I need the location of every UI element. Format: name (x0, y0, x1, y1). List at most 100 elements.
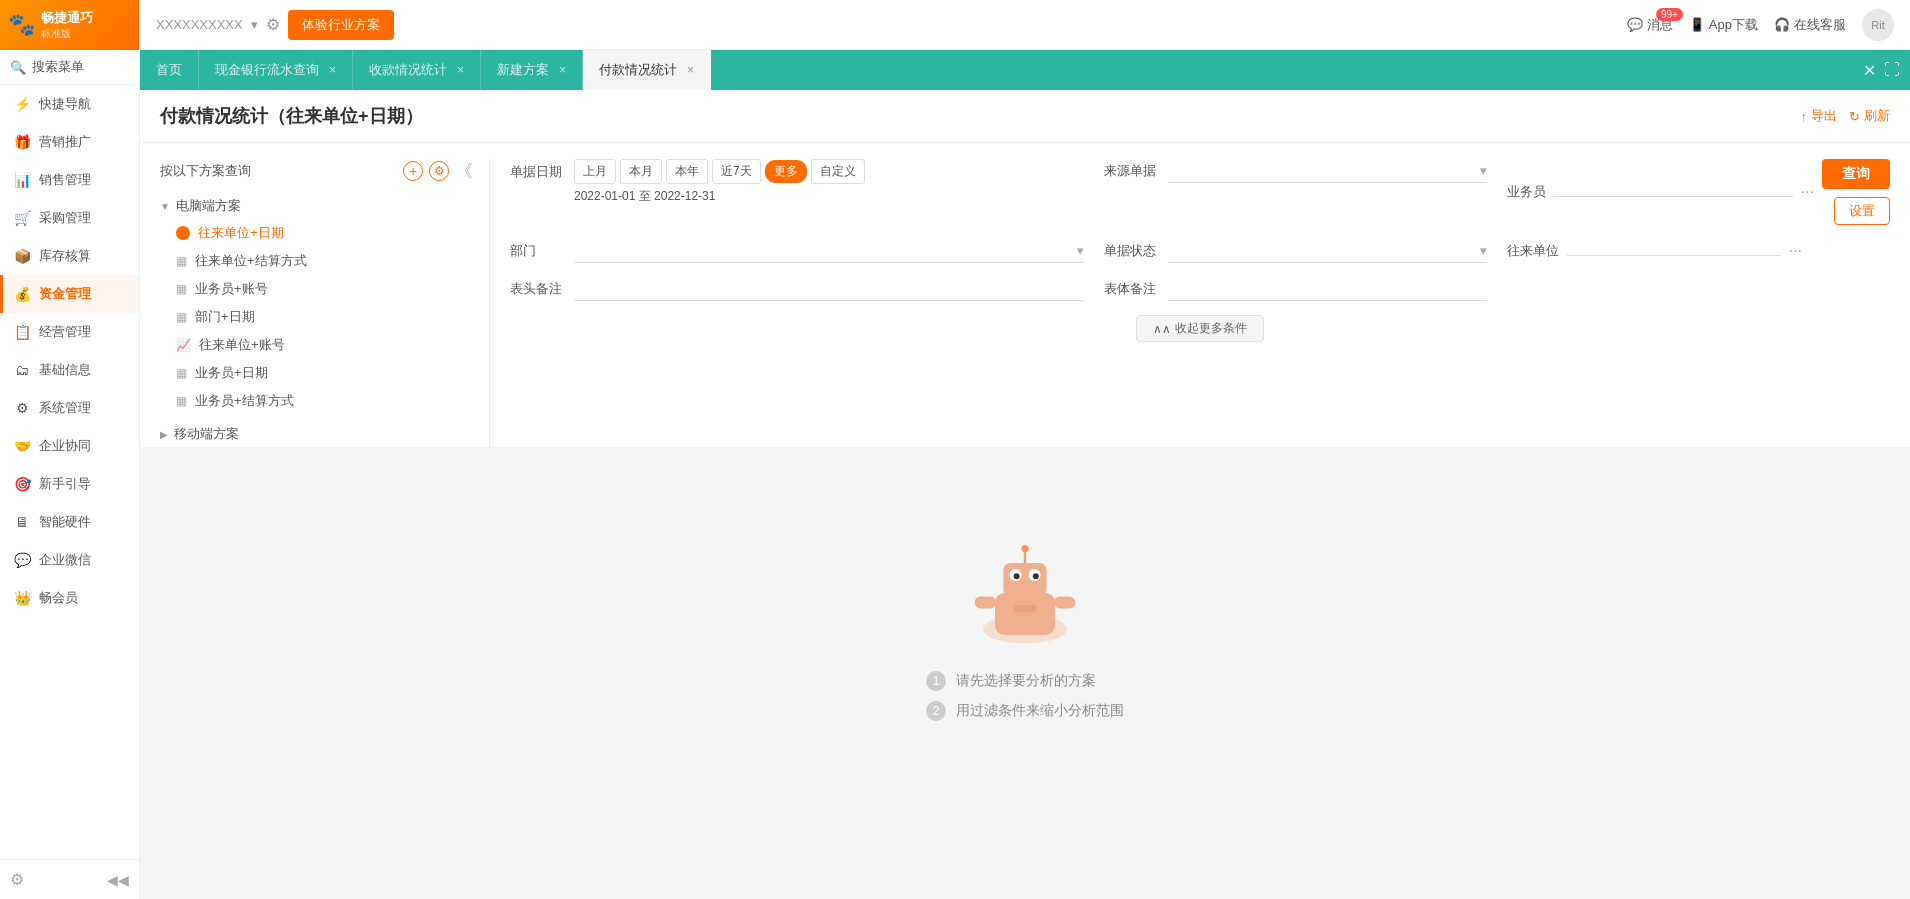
date-btn-7days[interactable]: 近7天 (712, 159, 761, 184)
refresh-btn[interactable]: ↻ 刷新 (1849, 107, 1890, 125)
date-btn-custom[interactable]: 自定义 (811, 159, 865, 184)
tab-receipt-stats[interactable]: 收款情况统计 × (353, 50, 481, 90)
svg-point-8 (1033, 573, 1039, 579)
enterprise-icon: 🤝 (13, 437, 31, 455)
tab-new-scheme-close[interactable]: × (559, 63, 566, 77)
scheme-add-icon[interactable]: + (403, 161, 423, 181)
sidebar-item-label: 资金管理 (39, 285, 91, 303)
tab-payment-stats-close[interactable]: × (687, 63, 694, 77)
sidebar-item-label: 新手引导 (39, 475, 91, 493)
scheme-collapse-icon[interactable]: 《 (455, 159, 473, 183)
hint-text-2: 用过滤条件来缩小分析范围 (956, 702, 1124, 720)
salesperson-dots[interactable]: ··· (1801, 183, 1814, 201)
user-avatar[interactable]: Rit (1862, 9, 1894, 41)
sidebar-item-membership[interactable]: 👑 畅会员 (0, 579, 139, 617)
date-controls: 上月 本月 本年 近7天 更多 自定义 2022-01-01 至 2022-12… (574, 159, 865, 205)
sidebar-item-enterprise[interactable]: 🤝 企业协同 (0, 427, 139, 465)
sidebar-item-system[interactable]: ⚙ 系统管理 (0, 389, 139, 427)
sidebar-item-label: 营销推广 (39, 133, 91, 151)
collapse-btn[interactable]: ∧∧ 收起更多条件 (1136, 315, 1264, 342)
table-icon: ▦ (176, 282, 187, 296)
date-btn-this-year[interactable]: 本年 (666, 159, 708, 184)
doc-status-select[interactable]: ▾ (1168, 239, 1487, 263)
sidebar-item-guide[interactable]: 🎯 新手引导 (0, 465, 139, 503)
tab-payment-stats-label: 付款情况统计 (599, 61, 677, 79)
source-dropdown-icon: ▾ (1480, 163, 1487, 178)
topbar-gear-icon[interactable]: ⚙ (266, 15, 280, 34)
scheme-gear-icon[interactable]: ⚙ (429, 161, 449, 181)
scheme-item-active-icon (176, 226, 190, 240)
dept-select[interactable]: ▾ (574, 239, 1084, 263)
filter-row-1: 单据日期 上月 本月 本年 近7天 更多 自定义 20 (510, 159, 1890, 225)
scheme-item-unit-settlement[interactable]: ▦ 往来单位+结算方式 (160, 247, 473, 275)
sidebar-item-operations[interactable]: 📋 经营管理 (0, 313, 139, 351)
online-service-item[interactable]: 🎧 在线客服 (1774, 16, 1846, 34)
export-btn[interactable]: ↑ 导出 (1801, 107, 1838, 125)
date-btn-this-month[interactable]: 本月 (620, 159, 662, 184)
sidebar-item-sales[interactable]: 📊 销售管理 (0, 161, 139, 199)
setting-btn[interactable]: 设置 (1834, 197, 1890, 225)
tab-expand-icon[interactable]: ⛶ (1884, 61, 1900, 79)
main-area: XXXXXXXXXX ▾ ⚙ 体验行业方案 💬 消息 99+ 📱 App下载 🎧… (140, 0, 1910, 899)
logo-icon: 🐾 (8, 12, 35, 38)
filter-main: 单据日期 上月 本月 本年 近7天 更多 自定义 20 (490, 159, 1890, 447)
quick-nav-icon: ⚡ (13, 95, 31, 113)
counterpart-dots[interactable]: ··· (1789, 242, 1802, 260)
scheme-item-unit-account[interactable]: 📈 往来单位+账号 (160, 331, 473, 359)
sidebar-item-hardware[interactable]: 🖥 智能硬件 (0, 503, 139, 541)
counterpart-input[interactable] (1567, 247, 1781, 256)
guide-icon: 🎯 (13, 475, 31, 493)
edition-label: 标准版 (41, 27, 93, 41)
app-download-item[interactable]: 📱 App下载 (1689, 16, 1758, 34)
body-note-label: 表体备注 (1104, 280, 1160, 298)
scheme-actions: + ⚙ 《 (403, 159, 473, 183)
sidebar-item-purchase[interactable]: 🛒 采购管理 (0, 199, 139, 237)
query-area: 查询 设置 (1822, 159, 1890, 225)
settings-footer-icon[interactable]: ⚙ (10, 870, 24, 889)
search-menu-item[interactable]: 🔍 搜索菜单 (0, 50, 139, 85)
topbar-dropdown-icon[interactable]: ▾ (251, 17, 258, 32)
tab-close-all-icon[interactable]: ✕ (1863, 61, 1876, 80)
salesperson-label: 业务员 (1507, 183, 1546, 201)
search-icon: 🔍 (10, 60, 26, 75)
sidebar-item-inventory[interactable]: 📦 库存核算 (0, 237, 139, 275)
tab-home[interactable]: 首页 (140, 50, 199, 90)
tab-payment-stats[interactable]: 付款情况统计 × (583, 50, 711, 90)
sidebar-item-wechat[interactable]: 💬 企业微信 (0, 541, 139, 579)
scheme-item-dept-date[interactable]: ▦ 部门+日期 (160, 303, 473, 331)
date-btn-last-month[interactable]: 上月 (574, 159, 616, 184)
tab-bank-flow-close[interactable]: × (329, 63, 336, 77)
salesperson-input[interactable] (1554, 188, 1793, 197)
sidebar: 🐾 畅捷通巧 标准版 🔍 搜索菜单 ⚡ 快捷导航 🎁 营销推广 📊 销售管理 🛒… (0, 0, 140, 899)
sidebar-item-basic-info[interactable]: 🗂 基础信息 (0, 351, 139, 389)
svg-point-7 (1014, 573, 1020, 579)
search-menu-label: 搜索菜单 (32, 58, 84, 76)
query-btn[interactable]: 查询 (1822, 159, 1890, 189)
sidebar-item-label: 系统管理 (39, 399, 91, 417)
scheme-group-mobile-header[interactable]: ▶ 移动端方案 (160, 421, 473, 447)
date-btn-more[interactable]: 更多 (765, 160, 807, 183)
trial-btn[interactable]: 体验行业方案 (288, 10, 394, 40)
body-note-input[interactable] (1168, 277, 1487, 301)
tab-new-scheme[interactable]: 新建方案 × (481, 50, 583, 90)
tab-bank-flow-label: 现金银行流水查询 (215, 61, 319, 79)
collapse-sidebar-icon[interactable]: ◀◀ (107, 872, 129, 888)
headset-icon: 🎧 (1774, 17, 1790, 32)
sidebar-item-marketing[interactable]: 🎁 营销推广 (0, 123, 139, 161)
sidebar-item-capital[interactable]: 💰 资金管理 (0, 275, 139, 313)
tab-receipt-stats-close[interactable]: × (457, 63, 464, 77)
line-chart-icon: 📈 (176, 338, 191, 352)
tab-bank-flow[interactable]: 现金银行流水查询 × (199, 50, 353, 90)
scheme-item-salesperson-date[interactable]: ▦ 业务员+日期 (160, 359, 473, 387)
basic-info-icon: 🗂 (13, 361, 31, 379)
notifications-item[interactable]: 💬 消息 99+ (1627, 16, 1673, 34)
scheme-group-pc-header[interactable]: ▼ 电脑端方案 (160, 193, 473, 219)
scheme-item-salesperson-settlement[interactable]: ▦ 业务员+结算方式 (160, 387, 473, 415)
inventory-icon: 📦 (13, 247, 31, 265)
scheme-group-pc-label: 电脑端方案 (176, 197, 241, 215)
sidebar-item-quick-nav[interactable]: ⚡ 快捷导航 (0, 85, 139, 123)
source-select[interactable]: ▾ (1168, 159, 1487, 183)
scheme-item-salesperson-account[interactable]: ▦ 业务员+账号 (160, 275, 473, 303)
header-note-input[interactable] (574, 277, 1084, 301)
scheme-item-unit-date[interactable]: 往来单位+日期 (160, 219, 473, 247)
